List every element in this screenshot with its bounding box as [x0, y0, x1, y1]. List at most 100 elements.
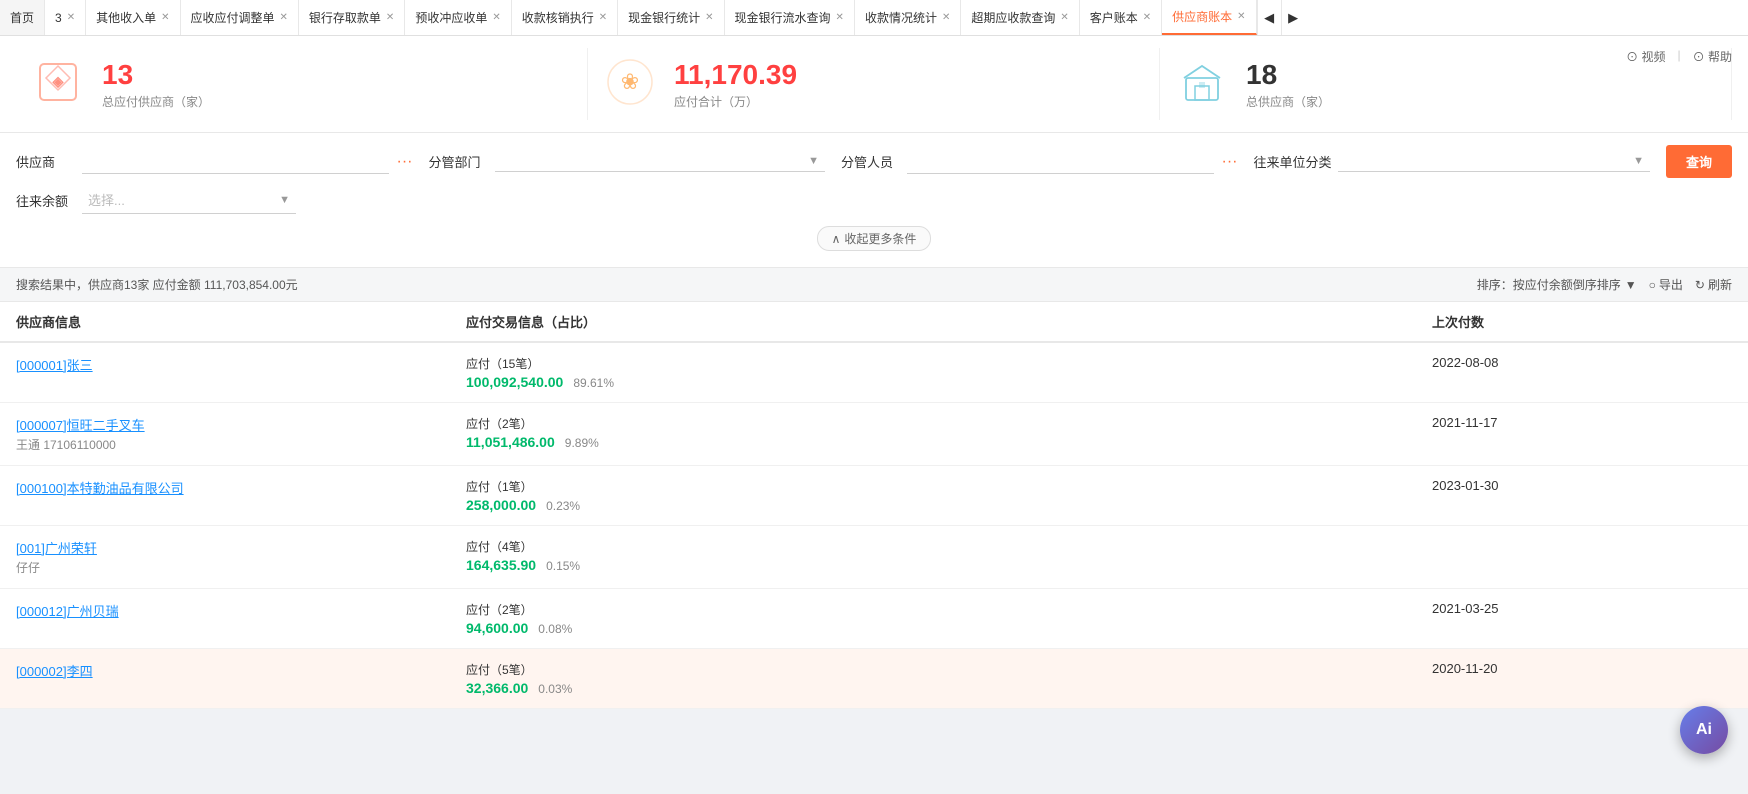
- nav-item-cashflow[interactable]: 现金银行流水查询 ✕: [725, 0, 855, 35]
- nav-right-arrow[interactable]: ▶: [1281, 0, 1305, 36]
- nav-adjustment-close[interactable]: ✕: [280, 12, 288, 23]
- tx-amount-row: 32,366.00 0.03%: [466, 678, 1432, 696]
- person-dots[interactable]: ···: [1222, 153, 1238, 171]
- sort-label: 排序：按应付余额倒序排序: [1477, 276, 1621, 293]
- result-bar: 搜索结果中，供应商13家 应付金额 111,703,854.00元 排序：按应付…: [0, 268, 1748, 302]
- sort-dropdown-icon: ▼: [1625, 278, 1637, 292]
- category-label: 往来单位分类: [1254, 152, 1332, 171]
- table-row[interactable]: [000100]本特勤油品有限公司 应付（1笔） 258,000.00 0.23…: [0, 466, 1748, 526]
- filter-row-2: 往来余额 选择... ▼: [16, 186, 1732, 214]
- tx-label: 应付（1笔）: [466, 478, 1432, 495]
- supplier-link[interactable]: [000001]张三: [16, 358, 93, 373]
- ai-label: Ai: [1696, 721, 1712, 739]
- refresh-button[interactable]: ↻ 刷新: [1695, 276, 1732, 293]
- nav-bank-close[interactable]: ✕: [386, 12, 394, 23]
- nav-item-home[interactable]: 首页: [0, 0, 45, 35]
- tx-percent: 89.61%: [573, 376, 614, 390]
- nav-collection-close[interactable]: ✕: [599, 12, 607, 23]
- card1-content: 13 总应付供应商（家）: [102, 58, 210, 111]
- card2-label: 应付合计（万）: [674, 93, 797, 110]
- card3-number: 18: [1246, 58, 1330, 92]
- supplier-label: 供应商: [16, 152, 76, 171]
- tx-cell: 应付（15笔） 100,092,540.00 89.61%: [466, 355, 1432, 390]
- link-divider: |: [1678, 48, 1681, 65]
- supplier-dots[interactable]: ···: [397, 153, 413, 171]
- nav-item-3[interactable]: 3 ✕: [45, 0, 86, 35]
- supplier-link[interactable]: [000007]恒旺二手叉车: [16, 418, 145, 433]
- nav-item-bank[interactable]: 银行存取款单 ✕: [299, 0, 405, 35]
- nav-item-payment-stat[interactable]: 收款情况统计 ✕: [855, 0, 961, 35]
- nav-payment-stat-close[interactable]: ✕: [942, 12, 950, 23]
- video-link[interactable]: ⊙ 视频: [1626, 48, 1665, 65]
- table-row[interactable]: [000007]恒旺二手叉车 王通 17106110000 应付（2笔） 11,…: [0, 403, 1748, 466]
- last-payment-cell: 2022-08-08: [1432, 355, 1732, 390]
- nav-customer-ledger-label: 客户账本: [1090, 9, 1138, 26]
- category-select[interactable]: ▼: [1338, 151, 1650, 172]
- person-input[interactable]: [907, 150, 1214, 174]
- balance-placeholder: 选择...: [88, 190, 279, 209]
- tx-cell: 应付（4笔） 164,635.90 0.15%: [466, 538, 1432, 576]
- result-actions: 排序：按应付余额倒序排序 ▼ ○ 导出 ↻ 刷新: [1477, 276, 1732, 293]
- table-row[interactable]: [000001]张三 应付（15笔） 100,092,540.00 89.61%…: [0, 343, 1748, 403]
- nav-left-arrow[interactable]: ◀: [1257, 0, 1281, 36]
- nav-item-prepay[interactable]: 预收冲应收单 ✕: [405, 0, 511, 35]
- tx-percent: 0.08%: [538, 622, 572, 636]
- card1-number: 13: [102, 58, 210, 92]
- data-table: 供应商信息 应付交易信息（占比） 上次付数 [000001]张三 应付（15笔）…: [0, 302, 1748, 709]
- nav-item-supplier-ledger[interactable]: 供应商账本 ✕: [1162, 0, 1256, 35]
- nav-customer-ledger-close[interactable]: ✕: [1143, 12, 1151, 23]
- nav-item-other-income[interactable]: 其他收入单 ✕: [86, 0, 180, 35]
- tx-label: 应付（2笔）: [466, 601, 1432, 618]
- table-row[interactable]: [000002]李四 应付（5笔） 32,366.00 0.03% 2020-1…: [0, 649, 1748, 709]
- supplier-link[interactable]: [001]广州荣轩: [16, 541, 97, 556]
- last-payment-date: 2023-01-30: [1432, 478, 1499, 493]
- collapse-row: ∧ 收起更多条件: [16, 222, 1732, 255]
- tx-cell: 应付（2笔） 94,600.00 0.08%: [466, 601, 1432, 636]
- tx-percent: 0.23%: [546, 499, 580, 513]
- summary-card-suppliers: ◈ 13 总应付供应商（家）: [16, 48, 588, 120]
- supplier-link[interactable]: [000002]李四: [16, 664, 93, 679]
- nav-item-adjustment[interactable]: 应收应付调整单 ✕: [181, 0, 299, 35]
- nav-item-overdue[interactable]: 超期应收款查询 ✕: [961, 0, 1079, 35]
- nav-overdue-close[interactable]: ✕: [1060, 12, 1068, 23]
- nav-payment-stat-label: 收款情况统计: [865, 9, 937, 26]
- nav-item-customer-ledger[interactable]: 客户账本 ✕: [1080, 0, 1162, 35]
- tx-amount-row: 94,600.00 0.08%: [466, 618, 1432, 636]
- nav-cashflow-label: 现金银行流水查询: [735, 9, 831, 26]
- tx-label: 应付（2笔）: [466, 415, 1432, 432]
- col-supplier-info: 供应商信息: [16, 312, 466, 331]
- balance-dropdown-icon: ▼: [279, 194, 290, 206]
- nav-other-income-close[interactable]: ✕: [161, 12, 169, 23]
- sort-select[interactable]: 排序：按应付余额倒序排序 ▼: [1477, 276, 1637, 293]
- last-payment-date: 2022-08-08: [1432, 355, 1499, 370]
- nav-supplier-ledger-close[interactable]: ✕: [1237, 11, 1245, 22]
- card3-label: 总供应商（家）: [1246, 93, 1330, 110]
- nav-item-cash-stat[interactable]: 现金银行统计 ✕: [618, 0, 724, 35]
- dept-select[interactable]: ▼: [495, 151, 826, 172]
- nav-prepay-close[interactable]: ✕: [492, 12, 500, 23]
- ai-button[interactable]: Ai: [1680, 706, 1728, 754]
- balance-select[interactable]: 选择... ▼: [82, 186, 296, 214]
- nav-cash-stat-close[interactable]: ✕: [705, 12, 713, 23]
- supplier-input[interactable]: [82, 150, 389, 174]
- card2-content: 11,170.39 应付合计（万）: [674, 58, 797, 111]
- nav-cashflow-close[interactable]: ✕: [836, 12, 844, 23]
- summary-area: ◈ 13 总应付供应商（家） ❀ 11,170.39 应付合计（万）: [0, 36, 1748, 133]
- search-button[interactable]: 查询: [1666, 145, 1732, 178]
- nav-adjustment-label: 应收应付调整单: [191, 9, 275, 26]
- supplier-cell: [000007]恒旺二手叉车 王通 17106110000: [16, 415, 466, 453]
- export-button[interactable]: ○ 导出: [1649, 276, 1683, 293]
- collapse-button[interactable]: ∧ 收起更多条件: [817, 226, 932, 251]
- refresh-label: 刷新: [1708, 276, 1732, 293]
- supplier-link[interactable]: [000100]本特勤油品有限公司: [16, 481, 184, 496]
- tx-cell: 应付（2笔） 11,051,486.00 9.89%: [466, 415, 1432, 453]
- supplier-link[interactable]: [000012]广州贝瑞: [16, 604, 119, 619]
- nav-3-close[interactable]: ✕: [67, 12, 75, 23]
- nav-item-collection[interactable]: 收款核销执行 ✕: [512, 0, 618, 35]
- last-payment-cell: 2023-01-30: [1432, 478, 1732, 513]
- help-link[interactable]: ⊙ 帮助: [1693, 48, 1732, 65]
- tx-label: 应付（5笔）: [466, 661, 1432, 678]
- table-row[interactable]: [001]广州荣轩 仔仔 应付（4笔） 164,635.90 0.15%: [0, 526, 1748, 589]
- table-row[interactable]: [000012]广州贝瑞 应付（2笔） 94,600.00 0.08% 2021…: [0, 589, 1748, 649]
- export-icon: ○: [1649, 278, 1656, 292]
